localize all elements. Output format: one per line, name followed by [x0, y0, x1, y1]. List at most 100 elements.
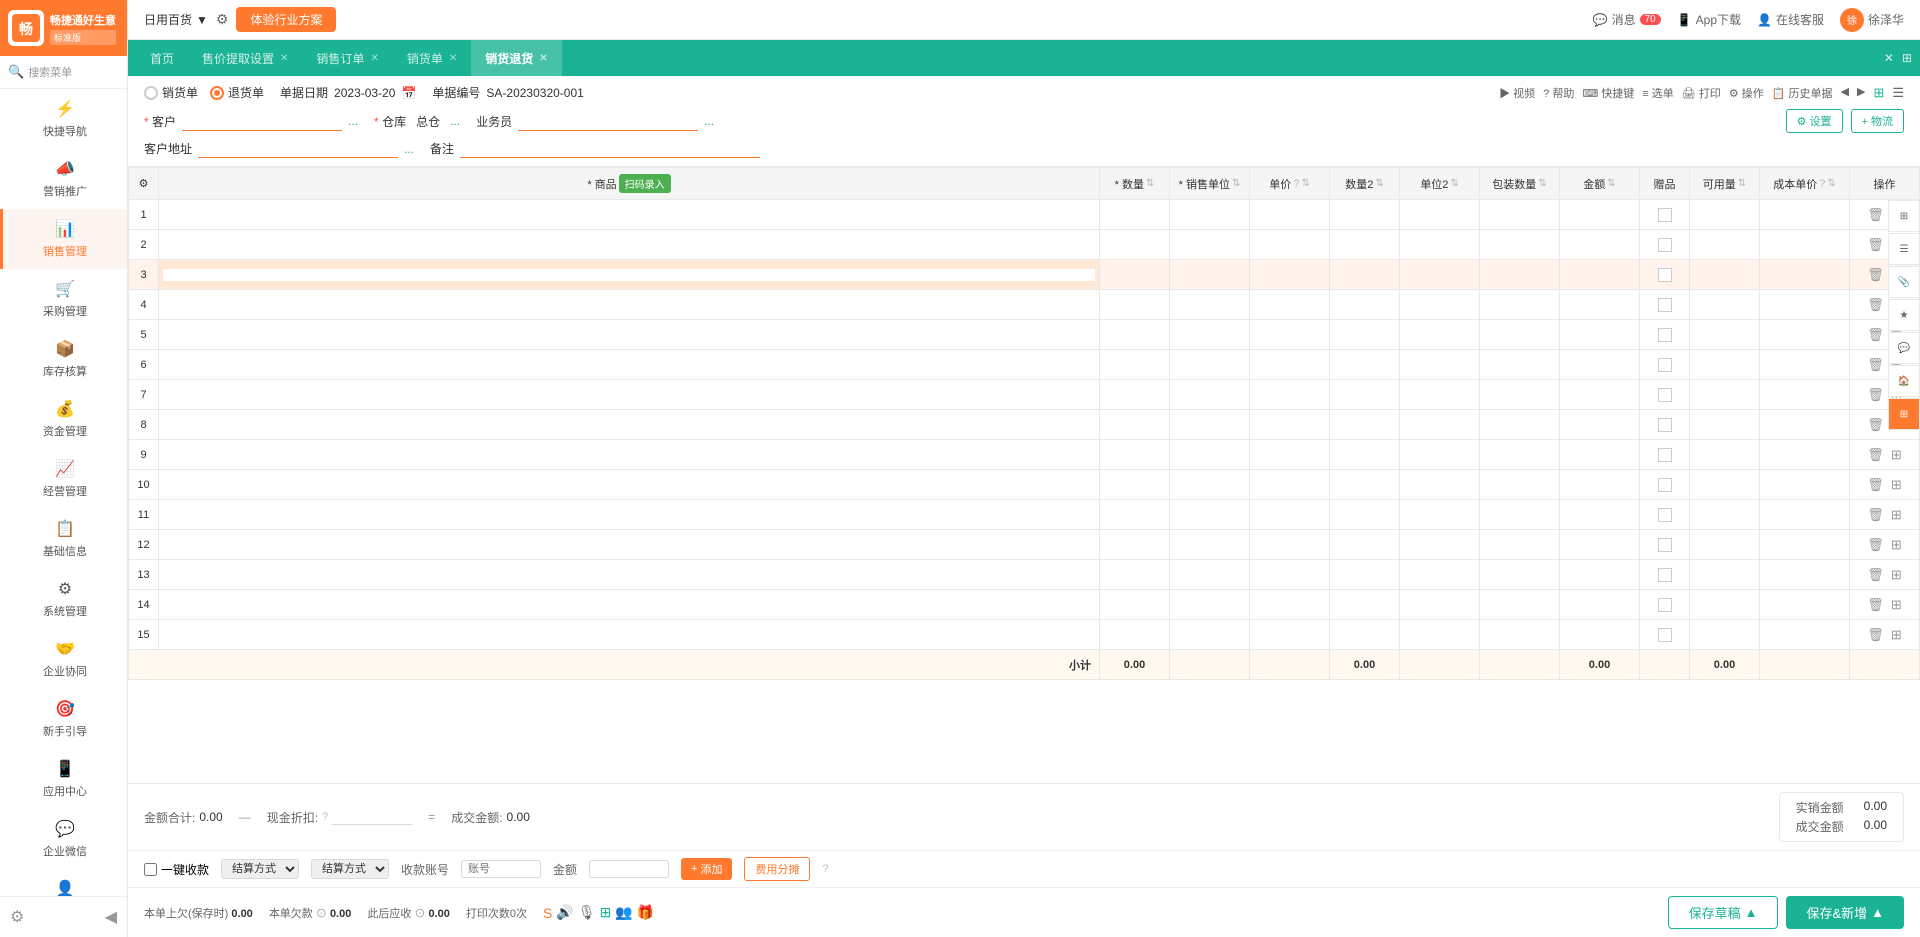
unit-cell-6[interactable]	[1170, 350, 1250, 380]
gift-cell-3[interactable]	[1640, 260, 1690, 290]
product-cell-6[interactable]	[159, 350, 1100, 380]
gift-cell-8[interactable]	[1640, 410, 1690, 440]
logistics-btn[interactable]: + 物流	[1851, 109, 1904, 133]
tab-sale-delivery[interactable]: 销货单 ✕	[393, 40, 471, 76]
fee-question-icon[interactable]: ?	[822, 863, 828, 875]
gift-cb-2[interactable]	[1658, 238, 1672, 252]
tab-sale-order-close[interactable]: ✕	[370, 53, 378, 64]
gift-cell-10[interactable]	[1640, 470, 1690, 500]
account-input[interactable]	[461, 860, 541, 878]
unit-cell-4[interactable]	[1170, 290, 1250, 320]
calc-method-select[interactable]: 结算方式	[311, 859, 389, 879]
radio-return[interactable]: 退货单	[210, 84, 264, 101]
amount-cell-3[interactable]	[1560, 260, 1640, 290]
gift-cell-13[interactable]	[1640, 560, 1690, 590]
qty-cell-14[interactable]	[1100, 590, 1170, 620]
product-cell-12[interactable]	[159, 530, 1100, 560]
staff-dots-btn[interactable]: ...	[704, 114, 714, 128]
pack-cell-9[interactable]	[1480, 440, 1560, 470]
sidebar-item-guide[interactable]: 🎯 新手引导	[0, 689, 127, 749]
save-new-btn[interactable]: 保存&新增 ▲	[1786, 896, 1904, 929]
gift-cell-14[interactable]	[1640, 590, 1690, 620]
sidebar-item-marketing[interactable]: 📣 营销推广	[0, 149, 127, 209]
save-draft-btn[interactable]: 保存草稿 ▲	[1668, 896, 1779, 929]
sidebar-item-member[interactable]: 👤 畅会员	[0, 869, 127, 896]
right-btn-7[interactable]: ⊞	[1888, 398, 1920, 430]
qty-cell-3[interactable]	[1100, 260, 1170, 290]
amount-cell-8[interactable]	[1560, 410, 1640, 440]
unit-cell-12[interactable]	[1170, 530, 1250, 560]
avail-cell-6[interactable]	[1690, 350, 1760, 380]
unit2-cell-7[interactable]	[1400, 380, 1480, 410]
qty-cell-6[interactable]	[1100, 350, 1170, 380]
unit2-cell-2[interactable]	[1400, 230, 1480, 260]
unit-cell-5[interactable]	[1170, 320, 1250, 350]
qty-cell-12[interactable]	[1100, 530, 1170, 560]
unit-cell-7[interactable]	[1170, 380, 1250, 410]
sidebar-item-wechat[interactable]: 💬 企业微信	[0, 809, 127, 869]
gift-cell-5[interactable]	[1640, 320, 1690, 350]
qty-cell-5[interactable]	[1100, 320, 1170, 350]
price-cell-11[interactable]	[1250, 500, 1330, 530]
one-key-payment-cb[interactable]: 一键收款	[144, 861, 209, 878]
gift-cb-14[interactable]	[1658, 598, 1672, 612]
cost-cell-8[interactable]	[1760, 410, 1850, 440]
qty-cell-11[interactable]	[1100, 500, 1170, 530]
gift-cb-9[interactable]	[1658, 448, 1672, 462]
warehouse-dots-btn[interactable]: ...	[450, 114, 460, 128]
right-btn-6[interactable]: 🏠	[1888, 365, 1920, 397]
qty-cell-7[interactable]	[1100, 380, 1170, 410]
pack-cell-1[interactable]	[1480, 200, 1560, 230]
user-profile[interactable]: 徐 徐泽华	[1840, 8, 1904, 32]
gift-cb-15[interactable]	[1658, 628, 1672, 642]
delete-row-13[interactable]: 🗑	[1867, 567, 1884, 582]
online-service-btn[interactable]: 👤 在线客服	[1757, 11, 1824, 28]
right-btn-2[interactable]: ☰	[1888, 233, 1920, 265]
amount-cell-13[interactable]	[1560, 560, 1640, 590]
copy-row-10[interactable]: ⊞	[1891, 477, 1902, 492]
unit2-cell-6[interactable]	[1400, 350, 1480, 380]
qty2-cell-4[interactable]	[1330, 290, 1400, 320]
product-cell-10[interactable]	[159, 470, 1100, 500]
copy-row-13[interactable]: ⊞	[1891, 567, 1902, 582]
unit2-cell-13[interactable]	[1400, 560, 1480, 590]
pack-cell-7[interactable]	[1480, 380, 1560, 410]
sidebar-item-operations[interactable]: 📈 经营管理	[0, 449, 127, 509]
cost-question-icon[interactable]: ?	[1819, 178, 1825, 190]
right-btn-1[interactable]: ⊞	[1888, 200, 1920, 232]
radio-sale[interactable]: 销货单	[144, 84, 198, 101]
sidebar-collapse-icon[interactable]: ◀	[105, 907, 117, 927]
delete-row-7[interactable]: 🗑	[1867, 387, 1884, 402]
delete-row-3[interactable]: 🗑	[1867, 267, 1884, 282]
copy-row-11[interactable]: ⊞	[1891, 507, 1902, 522]
unit-cell-15[interactable]	[1170, 620, 1250, 650]
product-cell-13[interactable]	[159, 560, 1100, 590]
product-cell-7[interactable]	[159, 380, 1100, 410]
avail-cell-2[interactable]	[1690, 230, 1760, 260]
sidebar-item-purchase[interactable]: 🛒 采购管理	[0, 269, 127, 329]
next-record-icon[interactable]: ▶	[1857, 85, 1865, 101]
topbar-settings-icon[interactable]: ⚙	[216, 11, 229, 28]
price-cell-12[interactable]	[1250, 530, 1330, 560]
pack-cell-4[interactable]	[1480, 290, 1560, 320]
avail-cell-7[interactable]	[1690, 380, 1760, 410]
pack-sort-icon[interactable]: ⇅	[1538, 178, 1546, 189]
delete-row-5[interactable]: 🗑	[1867, 327, 1884, 342]
qty2-cell-3[interactable]	[1330, 260, 1400, 290]
sidebar-settings-icon[interactable]: ⚙	[10, 907, 24, 927]
product-cell-1[interactable]	[159, 200, 1100, 230]
sidebar-item-system[interactable]: ⚙ 系统管理	[0, 569, 127, 629]
price-cell-13[interactable]	[1250, 560, 1330, 590]
avail-cell-4[interactable]	[1690, 290, 1760, 320]
unit2-cell-8[interactable]	[1400, 410, 1480, 440]
product-cell-2[interactable]	[159, 230, 1100, 260]
address-dots-btn[interactable]: ...	[404, 142, 414, 156]
customer-input[interactable]	[182, 112, 342, 131]
unit-cell-14[interactable]	[1170, 590, 1250, 620]
gift-cb-5[interactable]	[1658, 328, 1672, 342]
sidebar-item-finance[interactable]: 💰 资金管理	[0, 389, 127, 449]
avail-cell-13[interactable]	[1690, 560, 1760, 590]
gift-cell-1[interactable]	[1640, 200, 1690, 230]
amount-cell-1[interactable]	[1560, 200, 1640, 230]
qty2-cell-6[interactable]	[1330, 350, 1400, 380]
